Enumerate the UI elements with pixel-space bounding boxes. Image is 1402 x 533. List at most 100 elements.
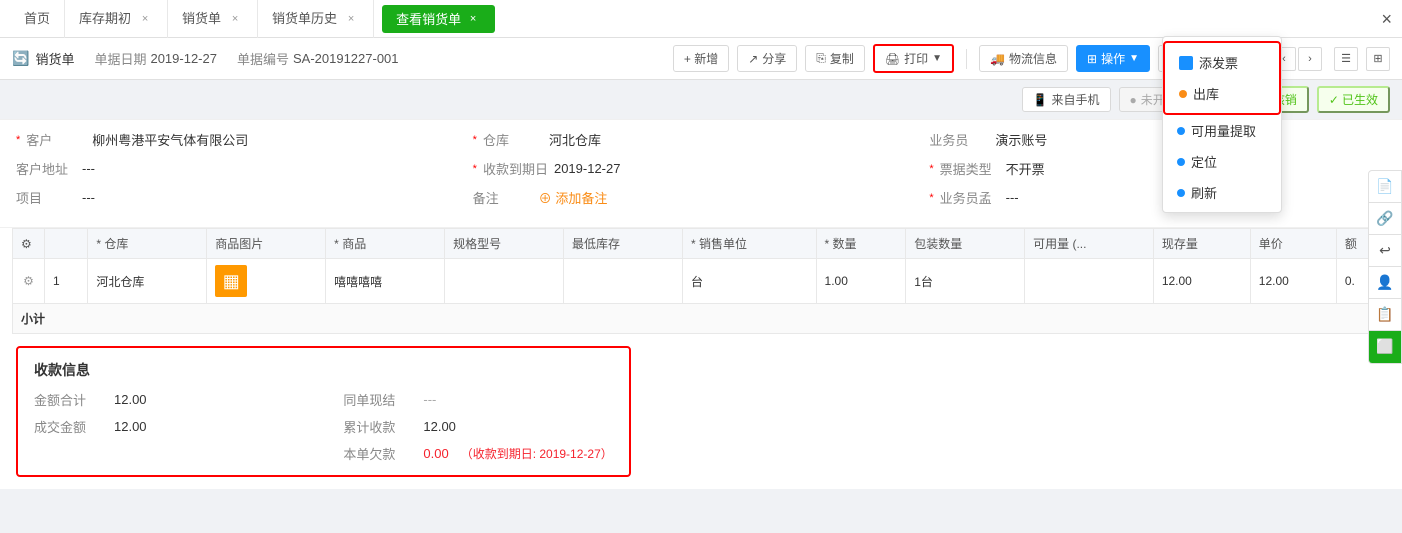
right-icon-panel: 📄 🔗 ↩ 👤 📋 ⬜: [1368, 170, 1402, 364]
grid-view-button[interactable]: ⊞: [1366, 47, 1390, 71]
next-record-button[interactable]: ›: [1298, 47, 1322, 71]
print-icon: 🖨: [885, 52, 900, 66]
payment-info-title: 收款信息: [34, 360, 613, 380]
add-remark-icon: ⊕: [539, 191, 552, 206]
tab-sales-order[interactable]: 销货单 ×: [168, 0, 258, 38]
remark-field: 备注 ⊕ 添加备注: [473, 188, 930, 207]
unit-header: * 销售单位: [682, 229, 816, 259]
ops-dropdown-arrow: ▼: [1129, 53, 1139, 64]
refresh-item[interactable]: 刷新: [1163, 177, 1281, 208]
effective-label: 已生效: [1342, 91, 1378, 108]
global-close-button[interactable]: ×: [1381, 10, 1392, 28]
toolbar: 🔄 销货单 单据日期 2019-12-27 单据编号 SA-20191227-0…: [0, 38, 1402, 80]
tab-home[interactable]: 首页: [10, 0, 65, 38]
right-icon-5[interactable]: 📋: [1369, 299, 1401, 331]
doc-date-field: 单据日期 2019-12-27: [94, 49, 217, 68]
close-view-sales-tab[interactable]: ×: [465, 11, 481, 27]
no-header: [45, 229, 88, 259]
row-current-stock: 12.00: [1153, 259, 1250, 304]
close-sales-order-tab[interactable]: ×: [227, 11, 243, 27]
total-amount-row: 金额合计 12.00: [34, 390, 303, 409]
logistics-button[interactable]: 🚚 物流信息: [979, 45, 1068, 72]
effective-status-btn[interactable]: ✓ 已生效: [1317, 86, 1390, 113]
payment-date-field: * 收款到期日 2019-12-27: [473, 159, 930, 178]
image-header: 商品图片: [207, 229, 326, 259]
available-qty-label: 可用量提取: [1191, 121, 1256, 140]
locate-item[interactable]: 定位: [1163, 146, 1281, 177]
payment-date-required-star: *: [473, 163, 477, 175]
add-invoice-icon: [1179, 56, 1193, 70]
row-spec: [445, 259, 564, 304]
list-view-button[interactable]: ☰: [1334, 47, 1358, 71]
same-settle-value: ---: [423, 392, 436, 407]
available-header: 可用量 (...: [1025, 229, 1154, 259]
doc-number-field: 单据编号 SA-20191227-001: [237, 49, 399, 68]
copy-button[interactable]: ⎘ 复制: [805, 45, 865, 72]
print-button[interactable]: 🖨 打印 ▼: [873, 44, 954, 73]
warehouse-required-star: *: [473, 134, 477, 146]
available-qty-icon: [1177, 127, 1185, 135]
same-settle-row: 同单现结 ---: [343, 390, 612, 409]
tab-inventory-init[interactable]: 库存期初 ×: [65, 0, 168, 38]
due-payment-value: 0.00: [423, 446, 448, 461]
outbound-icon: [1179, 90, 1187, 98]
pkgqty-header: 包装数量: [906, 229, 1025, 259]
outbound-label: 出库: [1193, 84, 1219, 103]
table-row: ⚙ 1 河北仓库 ▦ 嘻嘻嘻嘻 台 1.00 1台 12.00: [13, 259, 1390, 304]
tab-bar: 首页 库存期初 × 销货单 × 销货单历史 × 查看销货单 × ×: [0, 0, 1402, 38]
operations-button[interactable]: ⊞ 操作 ▼: [1076, 45, 1150, 72]
locate-label: 定位: [1191, 152, 1217, 171]
share-button[interactable]: ↗ 分享: [737, 45, 797, 72]
mobile-icon: 📱: [1033, 93, 1048, 107]
right-icon-1[interactable]: 📄: [1369, 171, 1401, 203]
invoice-type-value: 不开票: [1006, 159, 1045, 178]
product-header: * 商品: [326, 229, 445, 259]
due-payment-row: 本单欠款 0.00 （收款到期日: 2019-12-27）: [343, 444, 612, 463]
payment-info-box: 收款信息 金额合计 12.00 同单现结 --- 成交金额 12.00 累计收款…: [16, 346, 631, 477]
locate-icon: [1177, 158, 1185, 166]
due-payment-extra: （收款到期日: 2019-12-27）: [461, 445, 613, 462]
total-amount-label: 金额合计: [34, 390, 106, 409]
refresh-icon: [1177, 189, 1185, 197]
row-unit-price: 12.00: [1250, 259, 1336, 304]
right-icon-2[interactable]: 🔗: [1369, 203, 1401, 235]
copy-icon: ⎘: [816, 51, 826, 66]
sales-staff-field: * 业务员孟 ---: [929, 188, 1386, 207]
print-dropdown-arrow: ▼: [932, 53, 942, 64]
doc-icon: 🔄: [12, 50, 29, 67]
row-image: ▦: [207, 259, 326, 304]
spec-header: 规格型号: [445, 229, 564, 259]
sales-staff-required-star: *: [929, 192, 933, 204]
add-invoice-item[interactable]: 添发票: [1165, 47, 1279, 78]
subtotal-row: 小计: [13, 304, 1390, 334]
close-sales-history-tab[interactable]: ×: [343, 11, 359, 27]
outbound-item[interactable]: 出库: [1165, 78, 1279, 109]
logistics-icon: 🚚: [990, 52, 1005, 66]
close-inventory-init-tab[interactable]: ×: [137, 11, 153, 27]
effective-check-icon: ✓: [1329, 93, 1339, 107]
unitprice-header: 单价: [1250, 229, 1336, 259]
right-icon-expand[interactable]: ⬜: [1369, 331, 1401, 363]
due-payment-label: 本单欠款: [343, 444, 415, 463]
right-icon-3[interactable]: ↩: [1369, 235, 1401, 267]
add-remark-btn[interactable]: ⊕ 添加备注: [539, 188, 608, 207]
total-amount-value: 12.00: [114, 392, 147, 407]
right-icon-4[interactable]: 👤: [1369, 267, 1401, 299]
mobile-status-btn[interactable]: 📱 来自手机: [1022, 87, 1111, 112]
deal-amount-label: 成交金额: [34, 417, 106, 436]
available-qty-item[interactable]: 可用量提取: [1163, 115, 1281, 146]
new-button[interactable]: + 新增: [673, 45, 729, 72]
row-warehouse: 河北仓库: [88, 259, 207, 304]
operations-dropdown-menu: 添发票 出库 可用量提取 定位 刷新: [1162, 36, 1282, 213]
mobile-label: 来自手机: [1052, 91, 1100, 108]
cumulative-payment-label: 累计收款: [343, 417, 415, 436]
customer-required-star: *: [16, 134, 20, 146]
add-invoice-label: 添发票: [1199, 53, 1238, 72]
tab-sales-history[interactable]: 销货单历史 ×: [258, 0, 374, 38]
tab-view-sales[interactable]: 查看销货单 ×: [382, 5, 495, 33]
payment-date-value: 2019-12-27: [554, 161, 621, 176]
product-image-icon: ▦: [223, 271, 240, 292]
deal-amount-value: 12.00: [114, 419, 147, 434]
row-gear[interactable]: ⚙: [13, 259, 45, 304]
share-icon: ↗: [748, 52, 758, 66]
